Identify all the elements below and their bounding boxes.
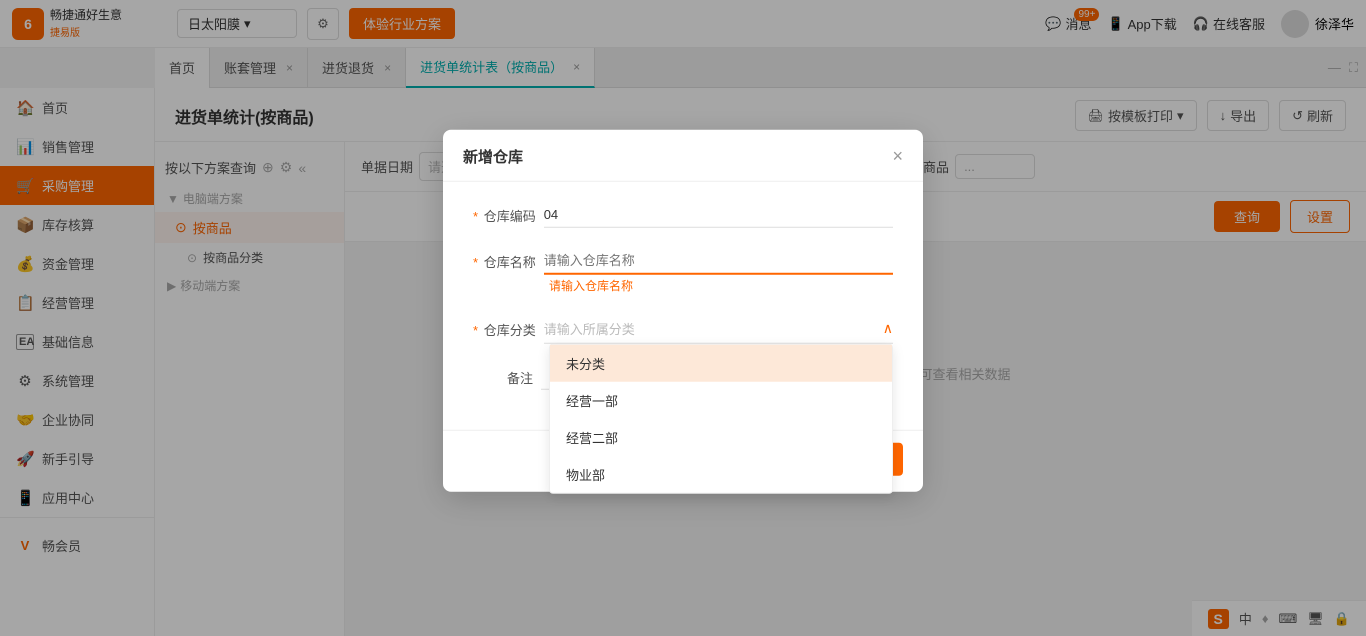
required-star-code: * bbox=[473, 208, 478, 223]
warehouse-name-label: * 仓库名称 bbox=[473, 252, 544, 271]
required-star-category: * bbox=[473, 322, 478, 337]
warehouse-name-field: * 仓库名称 请输入仓库名称 bbox=[473, 248, 893, 294]
category-placeholder: 请输入所属分类 bbox=[544, 319, 635, 338]
warehouse-category-row: * 仓库分类 请输入所属分类 ∧ bbox=[473, 314, 893, 344]
chevron-up-icon: ∧ bbox=[883, 320, 893, 337]
modal-body: * 仓库编码 * 仓库名称 请输入仓库名称 * 仓库分类 bbox=[443, 182, 923, 430]
warehouse-category-select[interactable]: 请输入所属分类 ∧ bbox=[544, 314, 893, 344]
warehouse-name-error: 请输入仓库名称 bbox=[549, 277, 893, 294]
dropdown-item-ops2[interactable]: 经营二部 bbox=[550, 419, 892, 456]
category-dropdown: 未分类 经营一部 经营二部 物业部 bbox=[549, 344, 893, 494]
warehouse-code-row: * 仓库编码 bbox=[473, 202, 893, 228]
warehouse-category-field: * 仓库分类 请输入所属分类 ∧ 未分类 经营一部 经营二部 bbox=[473, 314, 893, 344]
modal-title: 新增仓库 bbox=[463, 146, 523, 167]
warehouse-note-label: 备注 bbox=[473, 367, 541, 386]
warehouse-category-label: * 仓库分类 bbox=[473, 319, 544, 338]
warehouse-code-label: * 仓库编码 bbox=[473, 205, 544, 224]
dropdown-item-unclassified[interactable]: 未分类 bbox=[550, 345, 892, 382]
modal-header: 新增仓库 × bbox=[443, 130, 923, 182]
add-warehouse-modal: 新增仓库 × * 仓库编码 * 仓库名称 请输入仓库名称 bbox=[443, 130, 923, 492]
dropdown-item-ops1[interactable]: 经营一部 bbox=[550, 382, 892, 419]
warehouse-code-field: * 仓库编码 bbox=[473, 202, 893, 228]
dropdown-item-property[interactable]: 物业部 bbox=[550, 456, 892, 493]
modal-close-button[interactable]: × bbox=[892, 146, 903, 167]
warehouse-name-row: * 仓库名称 bbox=[473, 248, 893, 275]
warehouse-code-input[interactable] bbox=[544, 202, 893, 228]
warehouse-name-input[interactable] bbox=[544, 248, 893, 275]
required-star-name: * bbox=[473, 255, 478, 270]
